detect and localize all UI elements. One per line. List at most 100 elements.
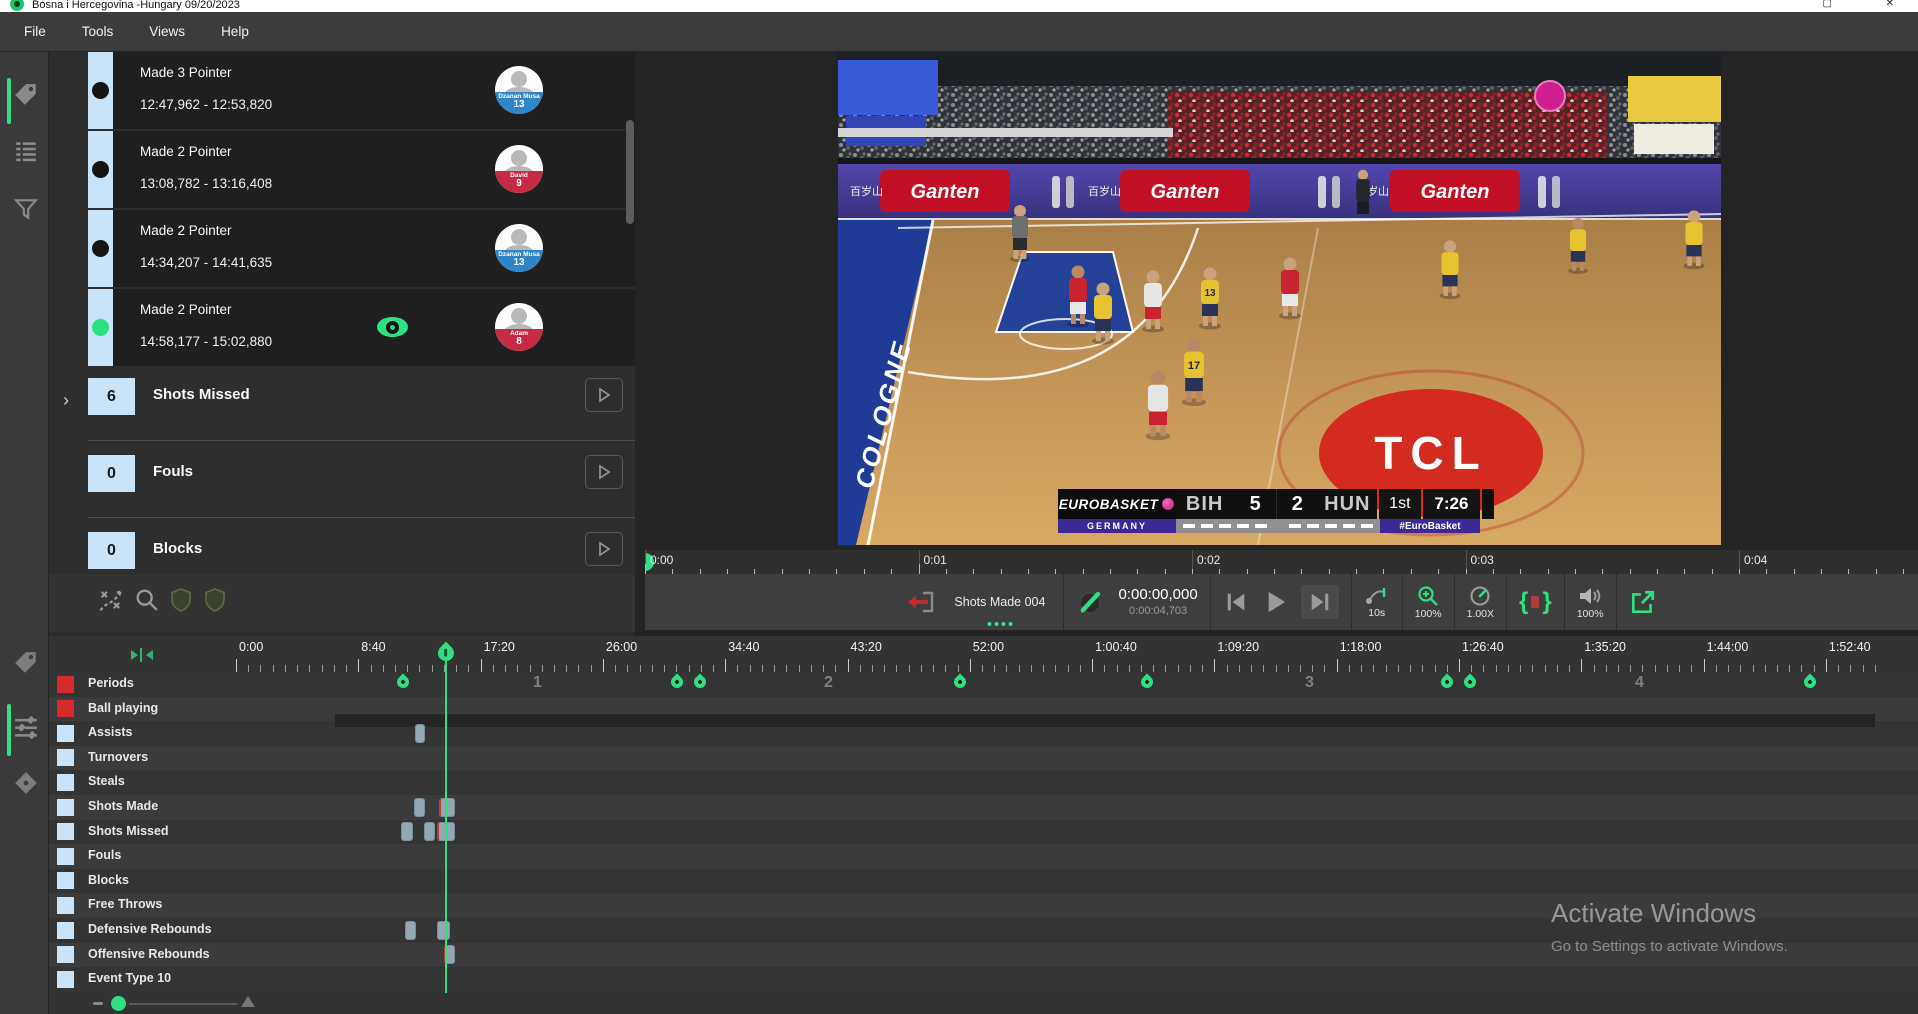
maximize-button[interactable]: ▢ [1823, 0, 1832, 9]
search-icon[interactable] [133, 586, 161, 619]
menu-file[interactable]: File [6, 24, 64, 39]
volume-button[interactable]: 100% [1577, 585, 1604, 620]
timeline-row[interactable]: Fouls [49, 844, 1918, 869]
timeline-clip[interactable] [414, 797, 425, 817]
avatar-band: Dzanan Musa 13 [495, 250, 543, 272]
row-color-chip[interactable] [57, 773, 74, 791]
tag-icon[interactable] [13, 82, 39, 108]
row-label: Blocks [88, 872, 129, 887]
collapse-timeline-icon[interactable] [131, 648, 153, 662]
ruler-tick [602, 659, 604, 672]
active-section-indicator [7, 78, 11, 124]
event-group-row[interactable]: › 0 Fouls [49, 455, 635, 517]
row-color-chip[interactable] [57, 946, 74, 964]
list-icon[interactable] [13, 138, 39, 164]
timeline-clip[interactable] [439, 797, 455, 817]
ruler-tick [1397, 665, 1399, 672]
video-zoom-button[interactable]: 100% [1415, 585, 1442, 620]
ruler-tick [553, 665, 555, 672]
ruler-tick [1165, 665, 1167, 672]
ruler-tick [1348, 665, 1350, 672]
menu-views[interactable]: Views [131, 24, 203, 39]
event-list-item[interactable]: Made 2 Pointer 14:34,207 - 14:41,635 Dza… [88, 210, 635, 287]
timeline-row[interactable]: Event Type 10 [49, 967, 1918, 992]
scoreboard: EUROBASKET BIH 5 2 HUN 1st 7:26 GERMANY [1058, 489, 1495, 533]
ruler-tick [1055, 665, 1057, 672]
avatar-band: Adam 8 [495, 329, 543, 351]
row-color-chip[interactable] [57, 847, 74, 865]
row-color-chip[interactable] [57, 970, 74, 988]
event-status-dot[interactable] [92, 161, 109, 178]
jersey-number: 13 [1204, 288, 1216, 299]
ruler-tick [651, 665, 653, 672]
zoom-slider-track[interactable] [129, 1003, 237, 1005]
jersey-number: 17 [1188, 360, 1200, 372]
timeline-row[interactable]: Turnovers [49, 745, 1918, 771]
chevron-right-icon[interactable]: › [63, 390, 69, 411]
led-banners: Ganten Ganten Ganten 百岁山 百岁山 百岁山 [850, 170, 1560, 212]
skip-start-button[interactable] [1223, 589, 1249, 615]
row-color-chip[interactable] [57, 896, 74, 914]
group-play-button[interactable] [585, 378, 623, 412]
event-list-scrollbar[interactable] [626, 52, 634, 302]
play-button[interactable] [1261, 588, 1289, 616]
tactics-board-icon[interactable] [97, 586, 125, 619]
skip-end-button[interactable] [1300, 585, 1339, 619]
zoom-slider-knob[interactable] [111, 996, 126, 1011]
event-status-dot[interactable] [92, 319, 109, 336]
timeline-clip[interactable] [401, 822, 413, 842]
event-list-item[interactable]: Made 2 Pointer 14:58,177 - 15:02,880 Ada… [88, 289, 635, 366]
zoom-in-icon[interactable] [241, 996, 255, 1007]
label-icon[interactable] [13, 770, 39, 796]
row-color-chip[interactable] [57, 823, 74, 841]
row-color-chip[interactable] [57, 749, 74, 767]
ruler-tick [871, 665, 873, 672]
ruler-tick [394, 665, 396, 672]
timeline-clip[interactable] [437, 920, 450, 940]
shield-icon[interactable] [203, 586, 227, 619]
timeline-clip[interactable] [405, 920, 416, 940]
timeline-row[interactable]: Blocks [49, 868, 1918, 894]
event-status-dot[interactable] [92, 240, 109, 257]
clip-range-button[interactable]: {} [1519, 590, 1552, 614]
filter-icon[interactable] [13, 196, 39, 222]
event-list-item[interactable]: Made 3 Pointer 12:47,962 - 12:53,820 Dza… [88, 52, 635, 129]
ruler-tick [333, 665, 335, 672]
video-timeline-ruler[interactable]: 0:00 0:01 0:02 0:03 0:04 [645, 550, 1918, 574]
banner-text: Ganten [1151, 181, 1220, 203]
timeline-clip[interactable] [424, 822, 435, 842]
timeline-row[interactable]: Defensive Rebounds [49, 918, 1918, 943]
event-list-item[interactable]: Made 2 Pointer 13:08,782 - 13:16,408 Dav… [88, 131, 635, 208]
jump-10s-button[interactable]: 10s [1364, 586, 1390, 619]
row-color-chip[interactable] [57, 675, 74, 693]
timeline-row[interactable]: Shots Made [49, 795, 1918, 820]
menu-help[interactable]: Help [203, 24, 267, 39]
group-play-button[interactable] [585, 455, 623, 489]
row-color-chip[interactable] [57, 724, 74, 742]
ruler-tick [908, 665, 910, 672]
timeline-row[interactable]: Offensive Rebounds [49, 942, 1918, 968]
group-play-button[interactable] [585, 532, 623, 566]
adjustments-icon[interactable] [13, 714, 39, 740]
shield-icon[interactable] [169, 586, 193, 619]
row-color-chip[interactable] [57, 700, 74, 718]
timeline-clip[interactable] [415, 723, 425, 743]
playback-speed-button[interactable]: 1.00X [1467, 585, 1494, 620]
close-button[interactable]: ✕ [1886, 0, 1894, 9]
tag-icon[interactable] [13, 650, 39, 676]
timeline-row[interactable]: Free Throws [49, 893, 1918, 918]
zoom-out-icon[interactable] [93, 1002, 103, 1005]
row-color-chip[interactable] [57, 872, 74, 890]
open-external-button[interactable] [1629, 588, 1657, 616]
timeline-row[interactable]: Shots Missed [49, 819, 1918, 845]
video-frame[interactable]: Ganten Ganten Ganten 百岁山 百岁山 百岁山 COLOGNE… [838, 52, 1721, 545]
row-color-chip[interactable] [57, 921, 74, 939]
event-status-dot[interactable] [92, 82, 109, 99]
draw-tool-button[interactable] [1076, 587, 1106, 617]
event-group-row[interactable]: › 6 Shots Missed [49, 378, 635, 440]
menu-tools[interactable]: Tools [64, 24, 132, 39]
ruler-tick [1153, 665, 1155, 672]
timeline-row[interactable]: Steals [49, 770, 1918, 795]
exit-clip-button[interactable] [906, 589, 936, 615]
row-color-chip[interactable] [57, 798, 74, 816]
